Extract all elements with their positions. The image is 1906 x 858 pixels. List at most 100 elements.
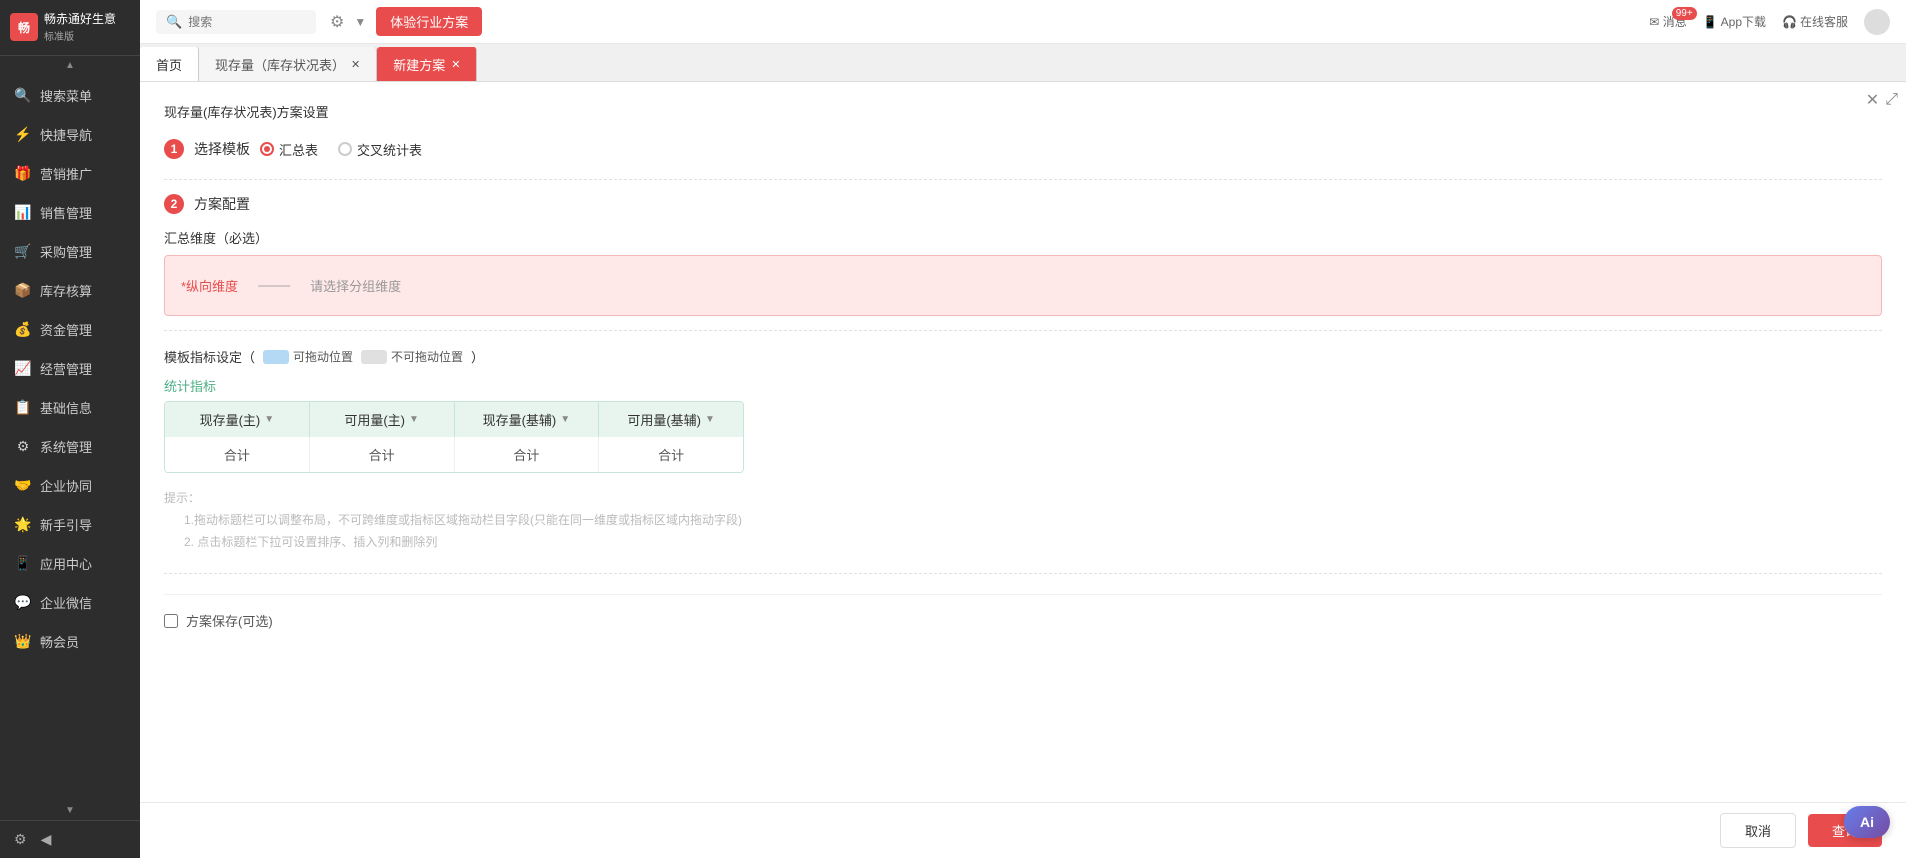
sidebar-item-quick-nav[interactable]: ⚡ 快捷导航 bbox=[0, 115, 140, 154]
col1-dropdown[interactable]: ▼ bbox=[409, 414, 419, 425]
sidebar-item-wechat[interactable]: 💬 企业微信 bbox=[0, 583, 140, 622]
industry-btn[interactable]: 体验行业方案 bbox=[376, 7, 482, 36]
section-template: 1 选择模板 汇总表 交叉统计表 bbox=[164, 139, 1882, 159]
sidebar-scroll-down[interactable]: ▼ bbox=[0, 800, 140, 820]
sidebar-item-label: 应用中心 bbox=[40, 554, 92, 573]
tab-inventory[interactable]: 现存量（库存状况表） ✕ bbox=[199, 47, 377, 81]
sidebar-item-label: 资金管理 bbox=[40, 320, 92, 339]
search-menu-icon: 🔍 bbox=[14, 86, 32, 104]
tab-inventory-label: 现存量（库存状况表） bbox=[215, 55, 345, 74]
col3-dropdown[interactable]: ▼ bbox=[705, 414, 715, 425]
tab-new-scheme-label: 新建方案 bbox=[393, 55, 445, 74]
sidebar-logo: 畅 畅赤通好生意 标准版 bbox=[0, 0, 140, 56]
stats-table: 现存量(主) ▼ 可用量(主) ▼ bbox=[164, 401, 744, 473]
dimension-area[interactable]: *纵向维度 —— 请选择分组维度 bbox=[164, 255, 1882, 316]
tab-new-scheme[interactable]: 新建方案 ✕ bbox=[377, 47, 477, 81]
newbie-icon: 🌟 bbox=[14, 515, 32, 533]
app-logo-icon: 畅 bbox=[10, 13, 38, 41]
save-checkbox[interactable] bbox=[164, 614, 178, 628]
expand-panel-icon[interactable]: ⤢ bbox=[1885, 91, 1898, 109]
radio-cross[interactable]: 交叉统计表 bbox=[338, 140, 422, 159]
topbar: 🔍 ⚙ ▼ 体验行业方案 ✉ 消息 99+ 📱 App下载 🎧 在线客服 bbox=[140, 0, 1906, 44]
tips-header: 提示： bbox=[164, 489, 1882, 506]
sidebar-scroll-up[interactable]: ▲ bbox=[0, 56, 140, 76]
close-panel-icon[interactable]: ✕ bbox=[1866, 90, 1879, 110]
marketing-icon: 🎁 bbox=[14, 164, 32, 182]
app-name-block: 畅赤通好生意 标准版 bbox=[44, 12, 116, 43]
col2-dropdown[interactable]: ▼ bbox=[560, 414, 570, 425]
content-actions: ✕ ⤢ bbox=[1858, 82, 1906, 118]
radio-summary[interactable]: 汇总表 bbox=[260, 140, 318, 159]
sidebar-item-label: 企业微信 bbox=[40, 593, 92, 612]
app-version: 标准版 bbox=[44, 28, 116, 43]
section2-title: 方案配置 bbox=[194, 194, 250, 214]
sidebar-item-label: 销售管理 bbox=[40, 203, 92, 222]
gear-icon[interactable]: ⚙ bbox=[330, 12, 344, 32]
tab-inventory-close[interactable]: ✕ bbox=[351, 58, 360, 71]
search-input[interactable] bbox=[188, 15, 288, 29]
avatar[interactable] bbox=[1864, 9, 1890, 35]
dimension-label: 汇总维度（必选） bbox=[164, 228, 1882, 247]
stats-col-0: 现存量(主) ▼ bbox=[165, 402, 310, 437]
tip1: 1.拖动标题栏可以调整布局，不可跨维度或指标区域拖动栏目字段(只能在同一维度或指… bbox=[184, 510, 1882, 532]
collapse-icon[interactable]: ◀ bbox=[41, 831, 52, 848]
sidebar-item-app-center[interactable]: 📱 应用中心 bbox=[0, 544, 140, 583]
sidebar-item-label: 畅会员 bbox=[40, 632, 79, 651]
tab-new-scheme-close[interactable]: ✕ bbox=[451, 58, 460, 71]
search-icon: 🔍 bbox=[166, 14, 182, 30]
app-name: 畅赤通好生意 bbox=[44, 12, 116, 28]
cancel-button[interactable]: 取消 bbox=[1720, 813, 1796, 848]
app-download-btn[interactable]: 📱 App下载 bbox=[1703, 13, 1766, 30]
radio-cross-dot bbox=[338, 142, 352, 156]
radio-cross-label: 交叉统计表 bbox=[357, 140, 422, 159]
basic-info-icon: 📋 bbox=[14, 398, 32, 416]
operations-icon: 📈 bbox=[14, 359, 32, 377]
stats-table-body: 合计 合计 合计 合计 bbox=[165, 437, 743, 472]
main-area: 🔍 ⚙ ▼ 体验行业方案 ✉ 消息 99+ 📱 App下载 🎧 在线客服 bbox=[140, 0, 1906, 858]
dimension-required-star: *纵向维度 bbox=[181, 276, 238, 295]
save-label: 方案保存(可选) bbox=[186, 611, 273, 630]
message-btn[interactable]: ✉ 消息 99+ bbox=[1649, 13, 1686, 30]
tab-home[interactable]: 首页 bbox=[140, 47, 199, 81]
section1-title: 选择模板 bbox=[194, 139, 250, 159]
sidebar-item-system[interactable]: ⚙ 系统管理 bbox=[0, 427, 140, 466]
ai-button[interactable]: Ai bbox=[1844, 806, 1890, 838]
sidebar-item-inventory-check[interactable]: 📦 库存核算 bbox=[0, 271, 140, 310]
sidebar-item-basic-info[interactable]: 📋 基础信息 bbox=[0, 388, 140, 427]
sidebar-item-newbie[interactable]: 🌟 新手引导 bbox=[0, 505, 140, 544]
sidebar-item-purchase[interactable]: 🛒 采购管理 bbox=[0, 232, 140, 271]
settings-icon[interactable]: ⚙ bbox=[14, 831, 27, 848]
app-center-icon: 📱 bbox=[14, 554, 32, 572]
section2-num: 2 bbox=[164, 194, 184, 214]
sidebar-item-finance[interactable]: 💰 资金管理 bbox=[0, 310, 140, 349]
stats-col-2: 现存量(基辅) ▼ bbox=[455, 402, 600, 437]
section2-header: 2 方案配置 bbox=[164, 194, 1882, 214]
sidebar-item-label: 经营管理 bbox=[40, 359, 92, 378]
col0-dropdown[interactable]: ▼ bbox=[264, 414, 274, 425]
headset-icon: 🎧 bbox=[1782, 15, 1797, 29]
sidebar-item-label: 系统管理 bbox=[40, 437, 92, 456]
dropdown-icon[interactable]: ▼ bbox=[354, 15, 366, 29]
footer-bar: 取消 查询 bbox=[140, 802, 1906, 858]
search-box[interactable]: 🔍 bbox=[156, 10, 316, 34]
stats-col-3: 可用量(基辅) ▼ bbox=[599, 402, 743, 437]
topbar-right: ✉ 消息 99+ 📱 App下载 🎧 在线客服 bbox=[1649, 9, 1890, 35]
sidebar-item-label: 采购管理 bbox=[40, 242, 92, 261]
tip2: 2. 点击标题栏下拉可设置排序、插入列和删除列 bbox=[184, 532, 1882, 554]
online-service-btn[interactable]: 🎧 在线客服 bbox=[1782, 13, 1848, 30]
sidebar-item-label: 库存核算 bbox=[40, 281, 92, 300]
sidebar-item-operations[interactable]: 📈 经营管理 bbox=[0, 349, 140, 388]
sidebar-item-label: 营销推广 bbox=[40, 164, 92, 183]
message-icon: ✉ bbox=[1649, 15, 1659, 29]
dimension-placeholder: 请选择分组维度 bbox=[310, 276, 401, 295]
sidebar-item-membership[interactable]: 👑 畅会员 bbox=[0, 622, 140, 661]
draggable-legend: 可拖动位置 bbox=[263, 348, 353, 365]
tips-section: 提示： 1.拖动标题栏可以调整布局，不可跨维度或指标区域拖动栏目字段(只能在同一… bbox=[164, 489, 1882, 553]
sidebar-item-search-menu[interactable]: 🔍 搜索菜单 bbox=[0, 76, 140, 115]
sidebar-item-marketing[interactable]: 🎁 营销推广 bbox=[0, 154, 140, 193]
message-badge: 99+ bbox=[1672, 7, 1697, 20]
sidebar-item-sales[interactable]: 📊 销售管理 bbox=[0, 193, 140, 232]
sidebar-item-enterprise[interactable]: 🤝 企业协同 bbox=[0, 466, 140, 505]
app-download-icon: 📱 bbox=[1703, 15, 1718, 29]
membership-icon: 👑 bbox=[14, 632, 32, 650]
